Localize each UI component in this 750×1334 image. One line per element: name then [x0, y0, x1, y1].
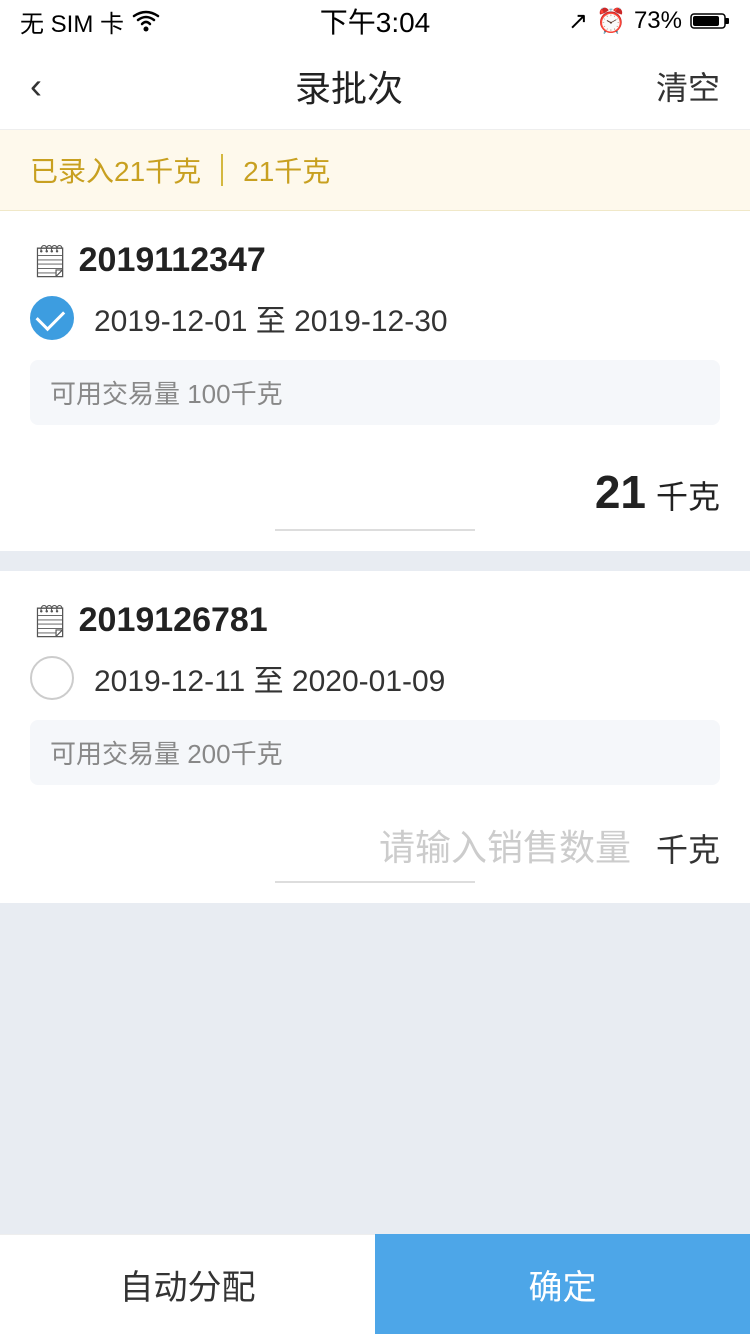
batch1-amount-row: 21 千克 [0, 445, 750, 529]
batch2-input-unit: 千克 [656, 825, 720, 871]
batch2-input-row: 千克 [0, 805, 750, 881]
bottom-bar: 自动分配 确定 [0, 1234, 750, 1334]
batch2-number: 2019126781 [79, 601, 268, 640]
batch2-qty-input[interactable] [30, 827, 646, 869]
batch1-date-row: 2019-12-01 至 2019-12-30 [30, 296, 720, 340]
batch2-radio[interactable] [30, 656, 74, 700]
nav-bar: ‹ 录批次 清空 [0, 42, 750, 130]
batch2-card: 🗒 2019126781 2019-12-11 至 2020-01-09 可用交… [0, 571, 750, 805]
batch1-amount-unit: 千克 [656, 472, 720, 518]
batch2-date-range: 2019-12-11 至 2020-01-09 [94, 656, 445, 700]
info-banner: 已录入21千克 21千克 [0, 130, 750, 211]
batch1-divider [275, 529, 475, 531]
auto-distribute-button[interactable]: 自动分配 [0, 1234, 375, 1334]
batch2-avail-text: 可用交易量 200千克 [50, 739, 283, 769]
batch1-radio[interactable] [30, 296, 74, 340]
clear-button[interactable]: 清空 [656, 63, 720, 109]
page-title: 录批次 [295, 60, 403, 112]
batch2-avail-box: 可用交易量 200千克 [30, 720, 720, 785]
battery-icon [690, 11, 730, 31]
batch2-header: 🗒 2019126781 [30, 601, 720, 640]
info-recorded-label: 已录入21千克 [30, 150, 201, 190]
battery-label: 73% [634, 7, 682, 35]
batch2-input-underline [275, 881, 475, 883]
info-divider [221, 154, 223, 186]
batch1-amount-value: 21 [595, 465, 646, 519]
batch1-header: 🗒 2019112347 [30, 241, 720, 280]
alarm-icon: ⏰ [596, 7, 626, 36]
batch2-date-row: 2019-12-11 至 2020-01-09 [30, 656, 720, 700]
location-icon: ↗ [568, 7, 588, 36]
info-value: 21千克 [243, 150, 330, 190]
batch1-avail-box: 可用交易量 100千克 [30, 360, 720, 425]
batch1-icon: 🗒 [30, 242, 71, 280]
sim-label: 无 SIM 卡 [20, 4, 124, 39]
confirm-button[interactable]: 确定 [375, 1234, 750, 1334]
batch1-date-range: 2019-12-01 至 2019-12-30 [94, 296, 448, 340]
batch1-card: 🗒 2019112347 2019-12-01 至 2019-12-30 可用交… [0, 211, 750, 445]
status-time: 下午3:04 [320, 1, 431, 41]
batch1-avail-text: 可用交易量 100千克 [50, 379, 283, 409]
status-bar: 无 SIM 卡 下午3:04 ↗ ⏰ 73% [0, 0, 750, 42]
back-button[interactable]: ‹ [30, 65, 42, 107]
status-left: 无 SIM 卡 [20, 4, 160, 39]
status-right: ↗ ⏰ 73% [568, 7, 730, 36]
batch2-icon: 🗒 [30, 602, 71, 640]
wifi-icon [132, 10, 160, 32]
section-divider [0, 551, 750, 571]
batch1-number: 2019112347 [79, 241, 266, 280]
